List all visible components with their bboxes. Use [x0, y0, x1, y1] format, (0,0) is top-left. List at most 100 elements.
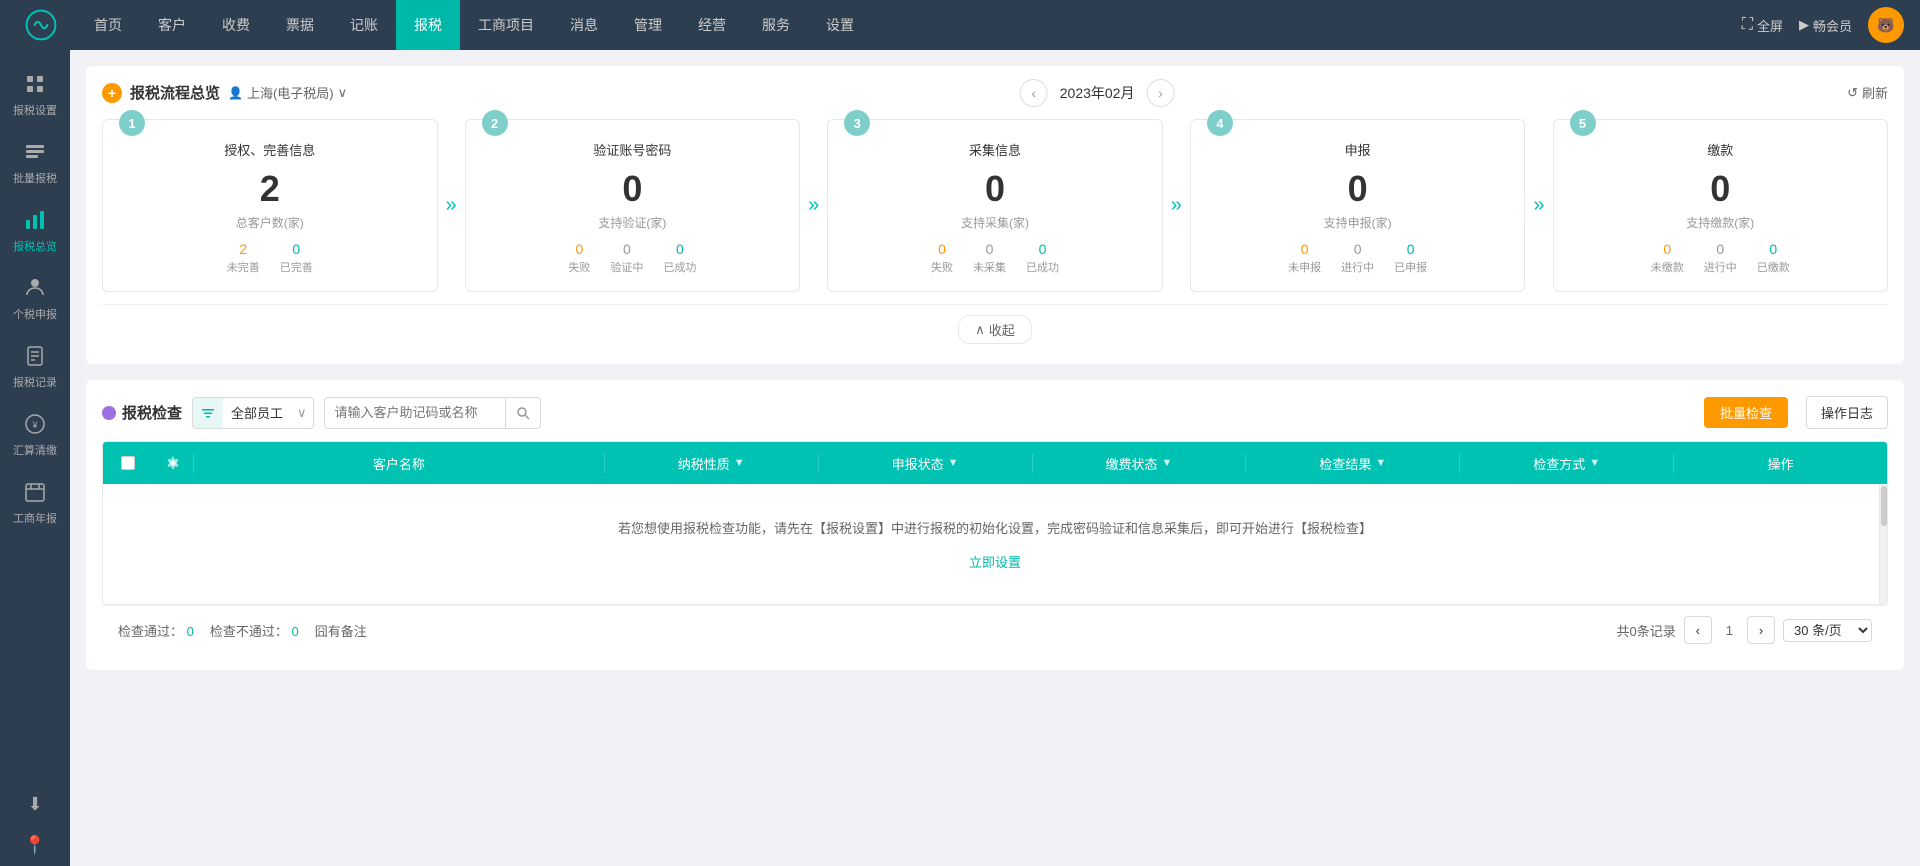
flow-arrow-1: »	[438, 119, 465, 292]
setup-link[interactable]: 立即设置	[969, 552, 1021, 571]
flow-card-5-stat-0[interactable]: 0 未缴款	[1651, 241, 1684, 275]
sidebar-item-tax-overview[interactable]: 报税总览	[0, 196, 70, 264]
search-input[interactable]	[325, 405, 505, 420]
membership-btn[interactable]: ▶ 畅会员	[1799, 16, 1852, 35]
employee-filter-chevron-icon[interactable]: ∨	[291, 398, 313, 428]
flow-card-3-stat-1[interactable]: 0 未采集	[973, 241, 1006, 275]
nav-fees[interactable]: 收费	[204, 0, 268, 50]
nav-manage[interactable]: 管理	[616, 0, 680, 50]
employee-filter[interactable]: 全部员工 ∨	[192, 397, 314, 429]
flow-card-4-stats: 0 未申报 0 进行中 0 已申报	[1207, 241, 1509, 275]
flow-card-2-stat-0[interactable]: 0 失败	[568, 241, 590, 275]
flow-card-3-title: 采集信息	[844, 140, 1146, 159]
select-all-checkbox[interactable]	[121, 456, 135, 470]
nav-invoice[interactable]: 票据	[268, 0, 332, 50]
flow-card-1-title: 授权、完善信息	[119, 140, 421, 159]
flow-card-3-stat-2[interactable]: 0 已成功	[1026, 241, 1059, 275]
sidebar-item-tax-settings[interactable]: 报税设置	[0, 60, 70, 128]
next-month-btn[interactable]: ›	[1146, 79, 1174, 107]
sidebar-bottom-location[interactable]: 📍	[0, 825, 70, 866]
flow-card-1-stat-0[interactable]: 2 未完善	[227, 241, 260, 275]
th-check-method[interactable]: 检查方式 ▼	[1459, 454, 1673, 473]
flow-section-title: 报税流程总览	[130, 82, 220, 103]
nav-settings[interactable]: 设置	[808, 0, 872, 50]
flow-card-5-stat-1[interactable]: 0 进行中	[1704, 241, 1737, 275]
flow-card-1-badge: 1	[119, 110, 145, 136]
pass-count-link[interactable]: 0	[187, 624, 194, 639]
flow-arrow-4: »	[1525, 119, 1552, 292]
flow-card-5: 5 缴款 0 支持缴款(家) 0 未缴款 0 进行中 0 已缴款	[1553, 119, 1889, 292]
avatar[interactable]: 🐻	[1868, 7, 1904, 43]
footer-note-badge: 囧有备注	[315, 621, 367, 640]
sidebar-item-batch-tax[interactable]: 批量报税	[0, 128, 70, 196]
location-tag[interactable]: 👤 上海(电子税局) ∨	[228, 83, 347, 102]
flow-card-5-num: 0	[1570, 167, 1872, 210]
next-page-btn[interactable]: ›	[1747, 616, 1775, 644]
flow-card-4-stat-1[interactable]: 0 进行中	[1341, 241, 1374, 275]
main-content: + 报税流程总览 👤 上海(电子税局) ∨ ‹ 2023年02月 › ↺ 刷新	[70, 50, 1920, 866]
op-log-button[interactable]: 操作日志	[1806, 396, 1888, 429]
flow-card-3: 3 采集信息 0 支持采集(家) 0 失败 0 未采集 0 已成功	[827, 119, 1163, 292]
th-checkbox[interactable]	[103, 456, 153, 470]
flow-card-4-stat-2[interactable]: 0 已申报	[1394, 241, 1427, 275]
refresh-btn[interactable]: ↺ 刷新	[1847, 83, 1888, 102]
flow-card-4-badge: 4	[1207, 110, 1233, 136]
table-scrollbar[interactable]	[1879, 484, 1887, 604]
nav-home[interactable]: 首页	[76, 0, 140, 50]
flow-card-4-stat-0[interactable]: 0 未申报	[1288, 241, 1321, 275]
nav-items: 首页 客户 收费 票据 记账 报税 工商项目 消息 管理 经营 服务 设置	[76, 0, 1742, 50]
flow-card-3-stat-0[interactable]: 0 失败	[931, 241, 953, 275]
footer-fail: 检查不通过： 0	[210, 621, 299, 640]
flow-card-2-stat-1[interactable]: 0 验证中	[610, 241, 643, 275]
fullscreen-btn[interactable]: ⛶ 全屏	[1742, 16, 1783, 35]
flow-card-1-stat-1[interactable]: 0 已完善	[280, 241, 313, 275]
th-declare-status[interactable]: 申报状态 ▼	[818, 454, 1032, 473]
nav-accounting[interactable]: 记账	[332, 0, 396, 50]
flow-card-3-num: 0	[844, 167, 1146, 210]
current-page: 1	[1720, 623, 1739, 638]
collapse-btn[interactable]: ∧ 收起	[958, 315, 1032, 344]
fail-count-link[interactable]: 0	[292, 624, 299, 639]
search-button[interactable]	[505, 398, 540, 428]
check-header: 报税检查 全部员工 ∨ 批量检查 操作日志	[102, 396, 1888, 429]
sidebar-item-personal-tax[interactable]: 个税申报	[0, 264, 70, 332]
flow-card-5-stat-2[interactable]: 0 已缴款	[1757, 241, 1790, 275]
th-tax-nature[interactable]: 纳税性质 ▼	[604, 454, 818, 473]
th-gear[interactable]	[153, 455, 193, 471]
sidebar-item-tax-record[interactable]: 报税记录	[0, 332, 70, 400]
nav-service[interactable]: 服务	[744, 0, 808, 50]
prev-page-btn[interactable]: ‹	[1684, 616, 1712, 644]
prev-month-btn[interactable]: ‹	[1020, 79, 1048, 107]
nav-client[interactable]: 客户	[140, 0, 204, 50]
per-page-select[interactable]: 30 条/页 50 条/页 100 条/页	[1783, 619, 1872, 642]
footer-pass: 检查通过： 0	[118, 621, 194, 640]
flow-card-2-sub: 支持验证(家)	[482, 214, 784, 231]
flow-card-3-sub: 支持采集(家)	[844, 214, 1146, 231]
nav-tax[interactable]: 报税	[396, 0, 460, 50]
sidebar-bottom-download[interactable]: ⬇	[0, 784, 70, 825]
flow-card-1-stats: 2 未完善 0 已完善	[119, 241, 421, 275]
download-icon: ⬇	[27, 794, 42, 815]
th-pay-status[interactable]: 缴费状态 ▼	[1032, 454, 1246, 473]
top-nav: 首页 客户 收费 票据 记账 报税 工商项目 消息 管理 经营 服务 设置 ⛶ …	[0, 0, 1920, 50]
sidebar-item-annual-report[interactable]: 工商年报	[0, 468, 70, 536]
settlement-icon: ¥	[21, 410, 49, 438]
th-tax-nature-filter-icon: ▼	[734, 457, 745, 469]
empty-message: 若您想使用报税检查功能，请先在【报税设置】中进行报税的初始化设置，完成密码验证和…	[618, 517, 1372, 540]
th-check-result[interactable]: 检查结果 ▼	[1245, 454, 1459, 473]
flow-card-2-stat-2[interactable]: 0 已成功	[663, 241, 696, 275]
table-footer: 检查通过： 0 检查不通过： 0 囧有备注 共0条记录 ‹ 1 › 30 条/页…	[102, 605, 1888, 654]
section-plus-icon: +	[102, 83, 122, 103]
nav-operation[interactable]: 经营	[680, 0, 744, 50]
nav-business[interactable]: 工商项目	[460, 0, 552, 50]
collapse-icon: ∧	[975, 322, 985, 338]
batch-check-button[interactable]: 批量检查	[1704, 397, 1788, 428]
flow-card-1-num: 2	[119, 167, 421, 210]
sidebar-item-settlement[interactable]: ¥ 汇算清缴	[0, 400, 70, 468]
location-icon: 📍	[24, 835, 46, 856]
play-icon: ▶	[1799, 17, 1809, 33]
total-records: 共0条记录	[1617, 621, 1676, 640]
check-table: 客户名称 纳税性质 ▼ 申报状态 ▼ 缴费状态 ▼ 检查结果 ▼	[102, 441, 1888, 605]
flow-card-4: 4 申报 0 支持申报(家) 0 未申报 0 进行中 0 已申报	[1190, 119, 1526, 292]
nav-message[interactable]: 消息	[552, 0, 616, 50]
